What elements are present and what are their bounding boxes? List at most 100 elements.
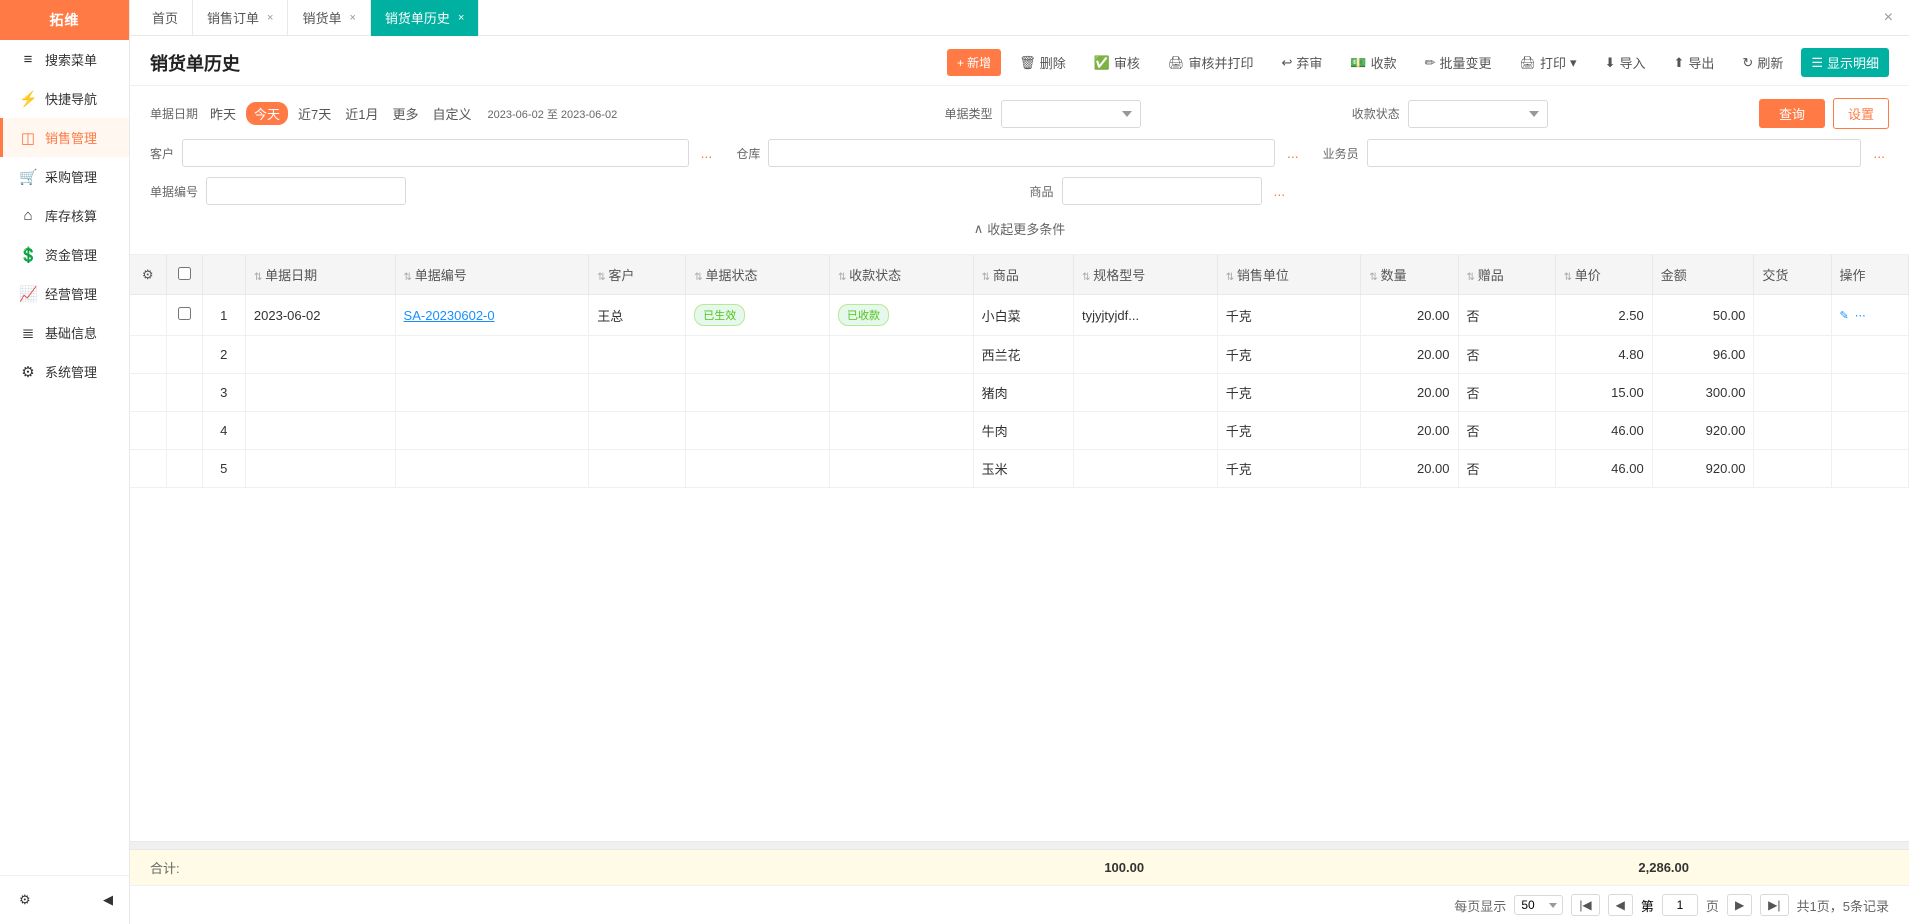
customer-picker-btn[interactable]: ... bbox=[697, 145, 717, 161]
row-doc-no[interactable] bbox=[395, 336, 589, 374]
page-size-select[interactable]: 50 20 100 bbox=[1514, 895, 1563, 915]
th-unit[interactable]: 销售单位 bbox=[1217, 255, 1361, 295]
row-doc-no[interactable] bbox=[395, 374, 589, 412]
export-icon: ⬆ bbox=[1673, 55, 1684, 71]
sales-icon: ◫ bbox=[19, 129, 37, 147]
row-unit-price: 2.50 bbox=[1555, 295, 1652, 336]
row-checkbox[interactable] bbox=[166, 336, 202, 374]
delete-button[interactable]: 🗑 删除 bbox=[1009, 48, 1076, 77]
row-actions: ✎ ⋯ bbox=[1831, 295, 1909, 336]
table-container[interactable]: ⚙ 单据日期 单据编号 客户 单据状态 收款状态 商品 规格型号 销售单位 bbox=[130, 255, 1909, 841]
sidebar-item-inventory[interactable]: ⌂ 库存核算 bbox=[0, 196, 129, 235]
sidebar-bottom-actions[interactable]: ⚙ ◀ bbox=[0, 884, 129, 916]
tab-home[interactable]: 首页 bbox=[138, 0, 193, 36]
tab-sales-order[interactable]: 销售订单 × bbox=[193, 0, 288, 36]
select-all-checkbox[interactable] bbox=[178, 267, 191, 280]
collapse-filter-btn[interactable]: ∧ 收起更多条件 bbox=[974, 215, 1066, 242]
payment-status-select[interactable] bbox=[1408, 100, 1548, 128]
collect-button[interactable]: 💵 收款 bbox=[1340, 48, 1406, 77]
th-checkbox[interactable] bbox=[166, 255, 202, 295]
th-quantity[interactable]: 数量 bbox=[1361, 255, 1458, 295]
prev-page-btn[interactable]: ◀ bbox=[1608, 894, 1633, 916]
doc-no-link[interactable]: SA-20230602-0 bbox=[404, 308, 495, 323]
first-page-btn[interactable]: |◀ bbox=[1571, 894, 1599, 916]
page-number-input[interactable] bbox=[1662, 894, 1698, 916]
th-spec[interactable]: 规格型号 bbox=[1074, 255, 1218, 295]
tab-home-label: 首页 bbox=[152, 8, 178, 27]
th-unit-price[interactable]: 单价 bbox=[1555, 255, 1652, 295]
doc-type-select[interactable] bbox=[1001, 100, 1141, 128]
tab-sales-delivery[interactable]: 销货单 × bbox=[288, 0, 370, 36]
row-amount: 300.00 bbox=[1652, 374, 1754, 412]
export-button[interactable]: ⬆ 导出 bbox=[1663, 48, 1724, 77]
sidebar-item-basic-info[interactable]: ≣ 基础信息 bbox=[0, 313, 129, 352]
row-doc-no[interactable]: SA-20230602-0 bbox=[395, 295, 589, 336]
filter-setting-button[interactable]: 设置 bbox=[1833, 98, 1889, 129]
edit-action-btn[interactable]: ✎ bbox=[1840, 309, 1849, 322]
row-select-checkbox[interactable] bbox=[178, 307, 191, 320]
salesperson-input[interactable] bbox=[1367, 139, 1862, 167]
import-button[interactable]: ⬇ 导入 bbox=[1595, 48, 1656, 77]
date-custom-btn[interactable]: 自定义 bbox=[429, 102, 476, 125]
show-detail-button[interactable]: ☰ 显示明细 bbox=[1801, 48, 1889, 77]
goods-input[interactable] bbox=[1062, 177, 1262, 205]
close-all-tabs-button[interactable]: × bbox=[1876, 9, 1901, 27]
th-doc-date[interactable]: 单据日期 bbox=[245, 255, 395, 295]
audit-button[interactable]: ✅ 审核 bbox=[1084, 48, 1150, 77]
print-button[interactable]: 🖨 打印 ▾ bbox=[1510, 48, 1587, 77]
sidebar-logo: 拓维 bbox=[0, 0, 129, 40]
table-row: 5 玉米 千克 20.00 否 46.00 920.00 bbox=[130, 450, 1909, 488]
date-more-btn[interactable]: 更多 bbox=[389, 102, 423, 125]
th-doc-no[interactable]: 单据编号 bbox=[395, 255, 589, 295]
horizontal-scrollbar[interactable] bbox=[130, 841, 1909, 849]
sidebar-item-operations[interactable]: 📈 经营管理 bbox=[0, 274, 129, 313]
abandon-button[interactable]: ↩ 弃审 bbox=[1271, 48, 1332, 77]
salesperson-picker-btn[interactable]: ... bbox=[1869, 145, 1889, 161]
row-seq: 2 bbox=[202, 336, 245, 374]
warehouse-picker-btn[interactable]: ... bbox=[1283, 145, 1303, 161]
date-today-btn[interactable]: 今天 bbox=[246, 102, 288, 125]
next-page-btn[interactable]: ▶ bbox=[1727, 894, 1752, 916]
th-gift[interactable]: 赠品 bbox=[1458, 255, 1555, 295]
goods-picker-btn[interactable]: ... bbox=[1270, 183, 1290, 199]
row-doc-no[interactable] bbox=[395, 412, 589, 450]
row-checkbox[interactable] bbox=[166, 450, 202, 488]
th-customer[interactable]: 客户 bbox=[589, 255, 686, 295]
batch-change-icon: ✏ bbox=[1425, 55, 1436, 71]
collapse-arrow-icon: ∧ bbox=[974, 221, 984, 237]
sidebar-item-quick-nav[interactable]: ⚡ 快捷导航 bbox=[0, 79, 129, 118]
date-1month-btn[interactable]: 近1月 bbox=[341, 102, 382, 125]
batch-change-button[interactable]: ✏ 批量变更 bbox=[1415, 48, 1502, 77]
row-customer: 王总 bbox=[589, 295, 686, 336]
new-button[interactable]: + 新增 bbox=[947, 49, 1001, 76]
audit-print-button[interactable]: 🖨 审核并打印 bbox=[1158, 48, 1264, 77]
th-goods[interactable]: 商品 bbox=[973, 255, 1073, 295]
row-doc-no[interactable] bbox=[395, 450, 589, 488]
th-settings[interactable]: ⚙ bbox=[130, 255, 166, 295]
sidebar-item-system[interactable]: ⚙ 系统管理 bbox=[0, 352, 129, 391]
sidebar-item-finance[interactable]: 💲 资金管理 bbox=[0, 235, 129, 274]
page-label-suffix: 页 bbox=[1706, 896, 1719, 915]
row-checkbox[interactable] bbox=[166, 374, 202, 412]
tab-sales-history[interactable]: 销货单历史 × bbox=[371, 0, 479, 36]
th-payment-status[interactable]: 收款状态 bbox=[829, 255, 973, 295]
date-7days-btn[interactable]: 近7天 bbox=[294, 102, 335, 125]
refresh-button[interactable]: ↻ 刷新 bbox=[1732, 48, 1793, 77]
row-unit: 千克 bbox=[1217, 336, 1361, 374]
docno-input[interactable] bbox=[206, 177, 406, 205]
row-checkbox[interactable] bbox=[166, 295, 202, 336]
sidebar-item-search-menu[interactable]: ≡ 搜索菜单 bbox=[0, 40, 129, 79]
tab-sales-history-close[interactable]: × bbox=[458, 12, 464, 24]
warehouse-input[interactable] bbox=[768, 139, 1275, 167]
tab-sales-delivery-close[interactable]: × bbox=[349, 12, 355, 24]
th-doc-status[interactable]: 单据状态 bbox=[686, 255, 830, 295]
more-action-btn[interactable]: ⋯ bbox=[1855, 309, 1866, 322]
tab-sales-order-close[interactable]: × bbox=[267, 12, 273, 24]
customer-input[interactable] bbox=[182, 139, 689, 167]
row-checkbox[interactable] bbox=[166, 412, 202, 450]
sidebar-item-purchase[interactable]: 🛒 采购管理 bbox=[0, 157, 129, 196]
last-page-btn[interactable]: ▶| bbox=[1760, 894, 1788, 916]
sidebar-item-sales[interactable]: ◫ 销售管理 bbox=[0, 118, 129, 157]
query-button[interactable]: 查询 bbox=[1759, 99, 1825, 128]
date-yesterday-btn[interactable]: 昨天 bbox=[206, 102, 240, 125]
